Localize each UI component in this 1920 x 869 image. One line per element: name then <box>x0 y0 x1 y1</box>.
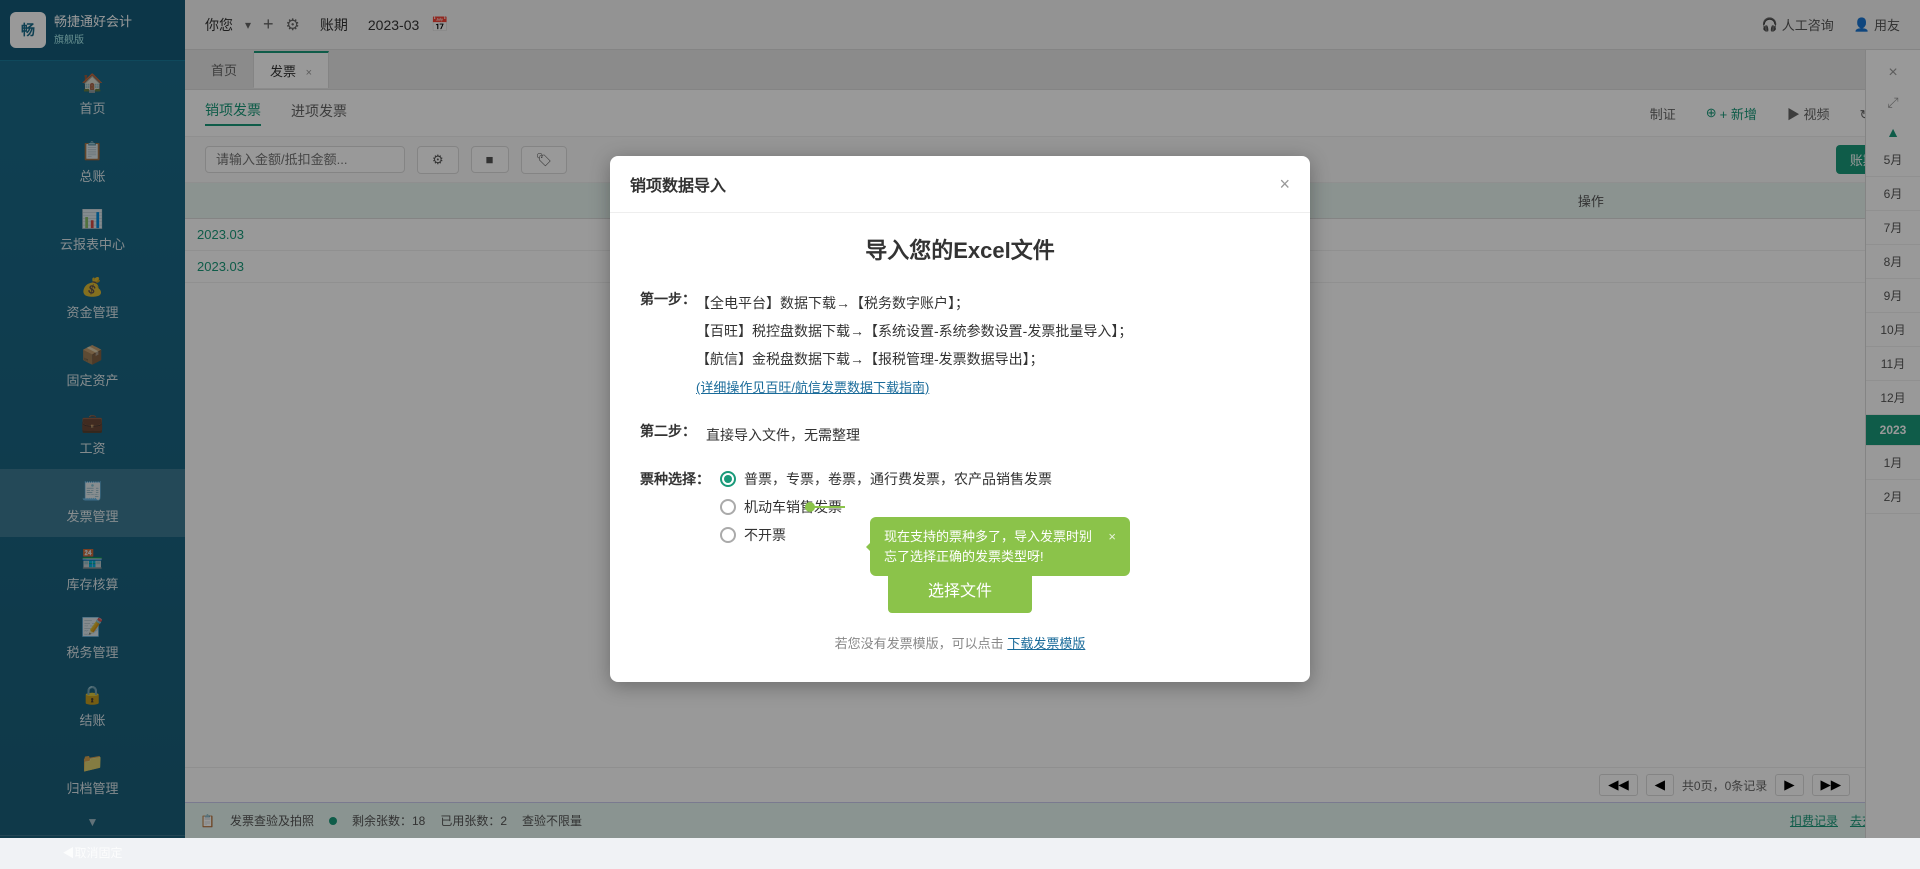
radio-dot-1 <box>724 475 732 483</box>
radio-label-3: 不开票 <box>744 525 786 545</box>
tooltip-bubble: × 现在支持的票种多了，导入发票时别忘了选择正确的发票类型呀! <box>870 517 1130 576</box>
modal-dialog: 销项数据导入 × 导入您的Excel文件 第一步： 【全电平台】数据下载→【税务… <box>610 156 1310 682</box>
modal-body: 导入您的Excel文件 第一步： 【全电平台】数据下载→【税务数字账户】； 【百… <box>610 213 1310 682</box>
radio-circle-1 <box>720 471 736 487</box>
modal-header: 销项数据导入 × <box>610 156 1310 213</box>
download-template-link[interactable]: 下载发票模版 <box>1007 636 1085 651</box>
modal-close-button[interactable]: × <box>1279 174 1290 195</box>
tooltip-text: 现在支持的票种多了，导入发票时别忘了选择正确的发票类型呀! <box>884 529 1092 564</box>
step2-content: 直接导入文件，无需整理 <box>696 421 860 449</box>
download-hint: 若您没有发票模版，可以点击 下载发票模版 <box>640 633 1280 652</box>
radio-circle-3 <box>720 527 736 543</box>
step1-line-3: 【航信】金税盘数据下载→【报税管理-发票数据导出】； <box>696 345 1280 373</box>
step2-section: 第二步： 直接导入文件，无需整理 <box>640 421 1280 449</box>
radio-item-2[interactable]: 机动车销售发票 × 现在支持的票种多了，导入发票时别忘了选择正确的发票类型呀! <box>720 497 1052 517</box>
step1-guide-link[interactable]: (详细操作见百旺/航信发票数据下载指南) <box>696 380 929 395</box>
step2-label: 第二步： <box>640 421 696 441</box>
step1-label: 第一步： <box>640 289 696 393</box>
radio-label-1: 普票，专票，卷票，通行费发票，农产品销售发票 <box>744 469 1052 489</box>
sidebar-cancel-fixed[interactable]: ◀取消固定 <box>0 835 185 869</box>
ticket-label: 票种选择： <box>640 469 710 489</box>
radio-item-1[interactable]: 普票，专票，卷票，通行费发票，农产品销售发票 <box>720 469 1052 489</box>
step1-line-2: 【百旺】税控盘数据下载→【系统设置-系统参数设置-发票批量导入】； <box>696 317 1280 345</box>
step1-section: 第一步： 【全电平台】数据下载→【税务数字账户】； 【百旺】税控盘数据下载→【系… <box>640 289 1280 401</box>
radio-circle-2 <box>720 499 736 515</box>
step1-line-1: 【全电平台】数据下载→【税务数字账户】； <box>696 289 1280 317</box>
tooltip-close-btn[interactable]: × <box>1108 527 1116 547</box>
tooltip-connector-line <box>810 506 845 508</box>
modal-title: 销项数据导入 <box>630 172 726 196</box>
modal-main-title: 导入您的Excel文件 <box>640 233 1280 265</box>
modal-overlay: 销项数据导入 × 导入您的Excel文件 第一步： 【全电平台】数据下载→【税务… <box>0 0 1920 838</box>
ticket-section: 票种选择： 普票，专票，卷票，通行费发票，农产品销售发票 机动车销售 <box>640 469 1280 545</box>
